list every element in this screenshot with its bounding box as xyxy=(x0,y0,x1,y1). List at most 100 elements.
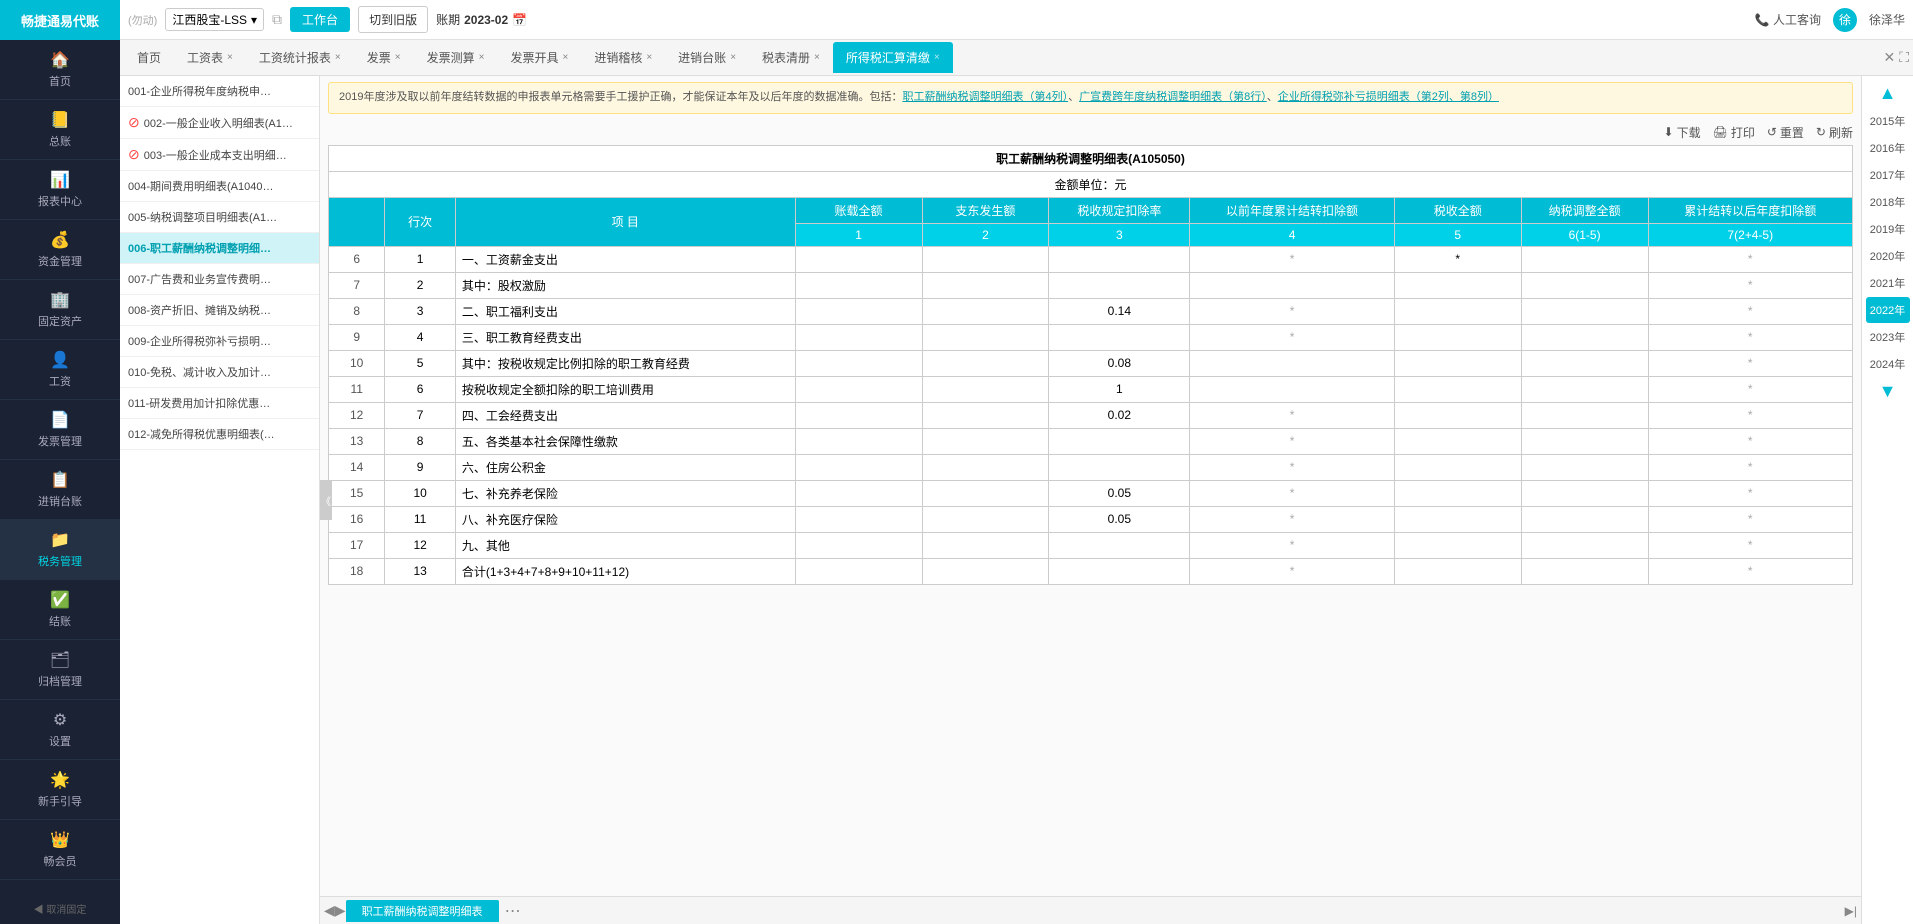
close-icon[interactable]: × xyxy=(646,52,652,63)
year-btn[interactable]: 2022年 xyxy=(1866,297,1910,323)
cell-c7[interactable]: * xyxy=(1648,454,1852,480)
cell-c1[interactable] xyxy=(795,246,922,272)
tab-invoice[interactable]: 发票× xyxy=(354,42,414,73)
table-container[interactable]: 职工薪酬纳税调整明细表(A105050) 金额单位：元 行次 项 目 xyxy=(328,145,1853,896)
cell-c7[interactable]: * xyxy=(1648,246,1852,272)
form-item-002[interactable]: ⊘002-一般企业收入明细表(A1… xyxy=(120,107,319,139)
sidebar-item-home[interactable]: 🏠 首页 xyxy=(0,40,120,100)
close-icon[interactable]: × xyxy=(227,52,233,63)
year-up-button[interactable]: ▲ xyxy=(1876,80,1900,107)
cell-c7[interactable]: * xyxy=(1648,506,1852,532)
sidebar-item-ledger[interactable]: 📒 总账 xyxy=(0,100,120,160)
year-btn[interactable]: 2024年 xyxy=(1866,351,1910,377)
cell-c6[interactable] xyxy=(1521,246,1648,272)
cell-c1[interactable] xyxy=(795,506,922,532)
cell-c6[interactable] xyxy=(1521,480,1648,506)
cell-c6[interactable] xyxy=(1521,428,1648,454)
sidebar-item-salary[interactable]: 👤 工资 xyxy=(0,340,120,400)
tab-income-tax[interactable]: 所得税汇算清缴× xyxy=(833,42,953,73)
cell-c2[interactable] xyxy=(922,246,1049,272)
form-item-005[interactable]: 005-纳税调整项目明细表(A1… xyxy=(120,202,319,233)
cell-c1[interactable] xyxy=(795,376,922,402)
close-icon[interactable]: × xyxy=(479,52,485,63)
reset-button[interactable]: ↺ 重置 xyxy=(1767,124,1804,141)
sidebar-item-assets[interactable]: 🏢 固定资产 xyxy=(0,280,120,340)
cell-c7[interactable]: * xyxy=(1648,350,1852,376)
cell-c7[interactable]: * xyxy=(1648,532,1852,558)
cell-c7[interactable]: * xyxy=(1648,558,1852,584)
cell-c6[interactable] xyxy=(1521,350,1648,376)
sidebar-item-close[interactable]: ✅ 结账 xyxy=(0,580,120,640)
cell-c2[interactable] xyxy=(922,506,1049,532)
year-btn[interactable]: 2021年 xyxy=(1866,270,1910,296)
tab-invoice-open[interactable]: 发票开具× xyxy=(497,42,581,73)
year-down-button[interactable]: ▼ xyxy=(1876,378,1900,405)
sidebar-item-guide[interactable]: 🌟 新手引导 xyxy=(0,760,120,820)
cell-c1[interactable] xyxy=(795,350,922,376)
cell-c4[interactable]: * xyxy=(1190,324,1394,350)
cell-c5[interactable] xyxy=(1394,532,1521,558)
sheet-options-icon[interactable]: ⋯ xyxy=(505,901,521,921)
cell-c6[interactable] xyxy=(1521,454,1648,480)
cell-c2[interactable] xyxy=(922,402,1049,428)
form-item-010[interactable]: 010-免税、减计收入及加计… xyxy=(120,357,319,388)
sidebar-item-reports[interactable]: 📊 报表中心 xyxy=(0,160,120,220)
cell-c5[interactable] xyxy=(1394,298,1521,324)
cell-c1[interactable] xyxy=(795,480,922,506)
cell-c4[interactable]: * xyxy=(1190,558,1394,584)
cell-c1[interactable] xyxy=(795,298,922,324)
year-btn[interactable]: 2020年 xyxy=(1866,243,1910,269)
form-item-011[interactable]: 011-研发费用加计扣除优惠… xyxy=(120,388,319,419)
form-item-006[interactable]: 006-职工薪酬纳税调整明细… xyxy=(120,233,319,264)
sidebar-item-purchase[interactable]: 📋 进销台账 xyxy=(0,460,120,520)
cell-c1[interactable] xyxy=(795,324,922,350)
refresh-button[interactable]: ↻ 刷新 xyxy=(1816,124,1853,141)
cell-c4[interactable]: * xyxy=(1190,532,1394,558)
close-icon[interactable]: × xyxy=(335,52,341,63)
year-btn[interactable]: 2016年 xyxy=(1866,135,1910,161)
cell-c4[interactable]: * xyxy=(1190,480,1394,506)
copy-icon[interactable]: ⧉ xyxy=(272,11,282,28)
sidebar-item-invoice[interactable]: 📄 发票管理 xyxy=(0,400,120,460)
cell-c6[interactable] xyxy=(1521,558,1648,584)
cell-c7[interactable]: * xyxy=(1648,480,1852,506)
cell-c6[interactable] xyxy=(1521,272,1648,298)
year-btn[interactable]: 2018年 xyxy=(1866,189,1910,215)
cell-c4[interactable]: * xyxy=(1190,298,1394,324)
cell-c5[interactable] xyxy=(1394,272,1521,298)
cell-c4[interactable]: * xyxy=(1190,246,1394,272)
cell-c5[interactable] xyxy=(1394,324,1521,350)
form-item-008[interactable]: 008-资产折旧、摊销及纳税… xyxy=(120,295,319,326)
cell-c5[interactable] xyxy=(1394,350,1521,376)
tab-restore-icon[interactable]: ⛶ xyxy=(1899,49,1909,66)
cell-c4[interactable]: * xyxy=(1190,428,1394,454)
cell-c7[interactable]: * xyxy=(1648,272,1852,298)
tab-salary-table[interactable]: 工资表× xyxy=(174,42,246,73)
cell-c5[interactable]: * xyxy=(1394,246,1521,272)
tab-home[interactable]: 首页 xyxy=(124,42,174,73)
form-item-009[interactable]: 009-企业所得税弥补亏损明… xyxy=(120,326,319,357)
tab-tax-list[interactable]: 税表清册× xyxy=(749,42,833,73)
sidebar-item-settings[interactable]: ⚙ 设置 xyxy=(0,700,120,760)
year-btn[interactable]: 2017年 xyxy=(1866,162,1910,188)
sidebar-item-archive[interactable]: 🗂 归档管理 xyxy=(0,640,120,700)
cell-c1[interactable] xyxy=(795,272,922,298)
cell-c4[interactable]: * xyxy=(1190,402,1394,428)
tab-purchase-ledger[interactable]: 进销台账× xyxy=(665,42,749,73)
cell-c6[interactable] xyxy=(1521,532,1648,558)
cell-c7[interactable]: * xyxy=(1648,376,1852,402)
form-item-001[interactable]: 001-企业所得税年度纳税申… xyxy=(120,76,319,107)
next-sheet-icon[interactable]: ▶ xyxy=(335,902,346,919)
cell-c2[interactable] xyxy=(922,324,1049,350)
cell-c6[interactable] xyxy=(1521,324,1648,350)
prev-sheet-icon[interactable]: ◀ xyxy=(324,902,335,919)
cell-c4[interactable] xyxy=(1190,350,1394,376)
form-item-007[interactable]: 007-广告费和业务宣传费明… xyxy=(120,264,319,295)
year-btn[interactable]: 2015年 xyxy=(1866,108,1910,134)
cell-c2[interactable] xyxy=(922,298,1049,324)
print-button[interactable]: 🖨 打印 xyxy=(1713,124,1755,141)
cell-c2[interactable] xyxy=(922,272,1049,298)
warning-link-2[interactable]: 广宣费跨年度纳税调整明细表（第8行） xyxy=(1079,91,1267,103)
form-item-003[interactable]: ⊘003-一般企业成本支出明细… xyxy=(120,139,319,171)
tab-salary-report[interactable]: 工资统计报表× xyxy=(246,42,354,73)
